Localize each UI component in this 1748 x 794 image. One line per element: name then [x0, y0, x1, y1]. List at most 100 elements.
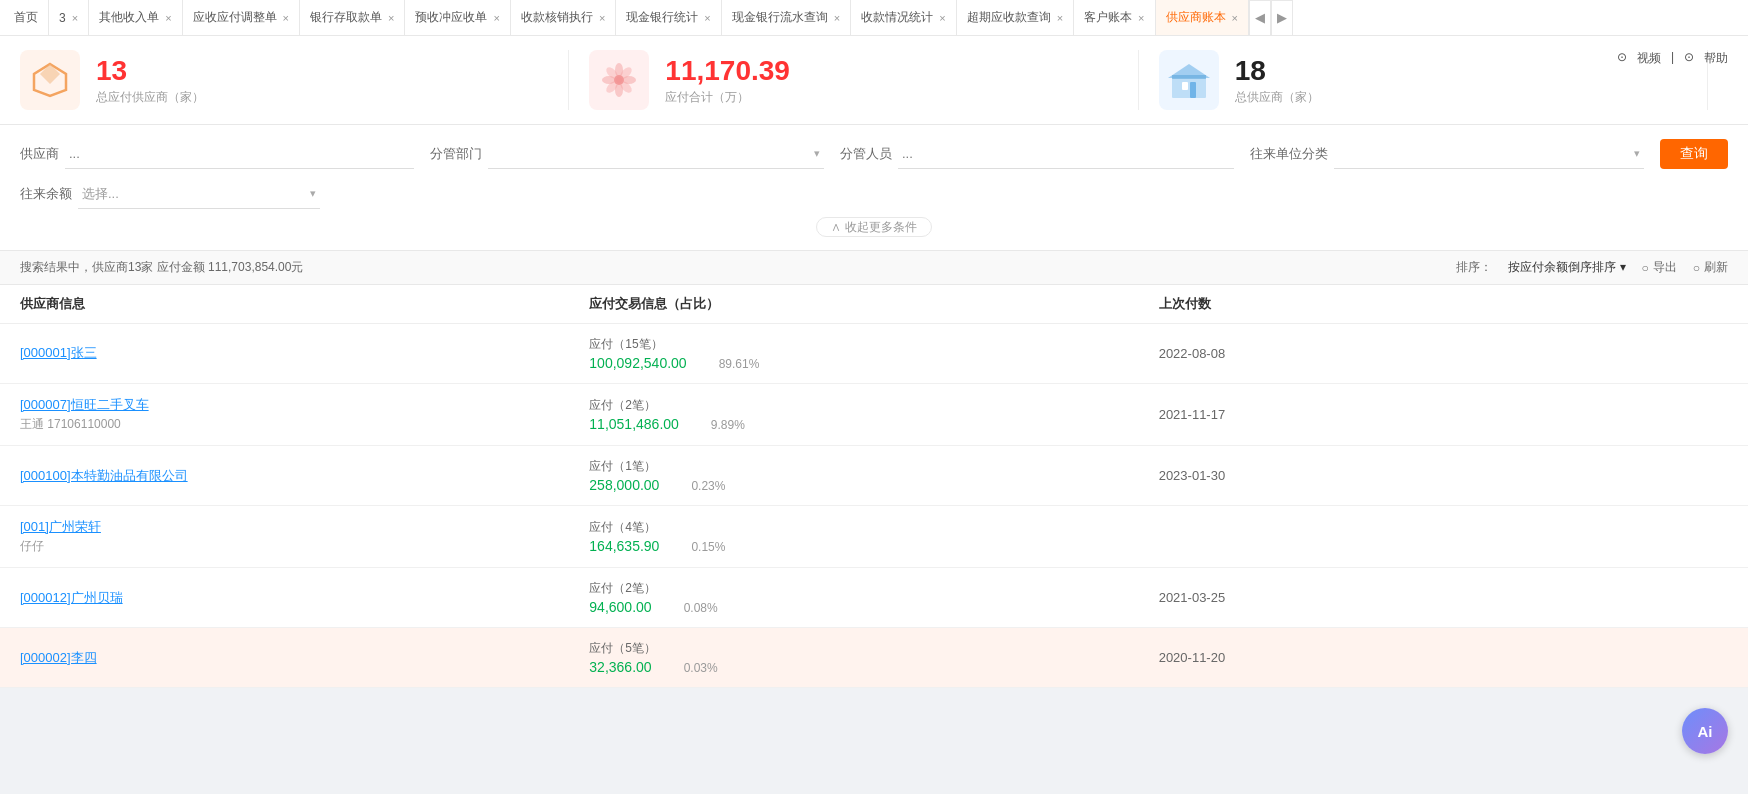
col-header-supplier: 供应商信息: [20, 295, 589, 313]
nav-tab-ar-ap-adjust-label: 应收应付调整单: [193, 9, 277, 26]
nav-tab-cash-bank-stat[interactable]: 现金银行统计 ×: [616, 0, 721, 36]
payable-cell-3: 应付（4笔） 164,635.90 0.15%: [589, 518, 1158, 555]
nav-tab-other-income[interactable]: 其他收入单 ×: [89, 0, 182, 36]
nav-right-arrow[interactable]: ▶: [1271, 0, 1293, 36]
nav-tab-ar-ap-adjust[interactable]: 应收应付调整单 ×: [183, 0, 300, 36]
supplier-cell-3: [001]广州荣轩 仔仔: [20, 518, 589, 555]
nav-tab-overdue-query-label: 超期应收款查询: [967, 9, 1051, 26]
nav-tab-three-label: 3: [59, 11, 66, 25]
last-pay-5: 2020-11-20: [1159, 650, 1728, 665]
results-bar: 搜索结果中，供应商13家 应付金额 111,703,854.00元 排序： 按应…: [0, 251, 1748, 285]
filter-balance: 往来余额 选择... ▾: [20, 179, 320, 209]
close-tab-cash-bank-stat[interactable]: ×: [704, 12, 710, 24]
nav-tab-supplier-ledger[interactable]: 供应商账本 ×: [1156, 0, 1249, 36]
supplier-sub-3: 仔仔: [20, 538, 589, 555]
category-arrow-icon: ▾: [1634, 147, 1640, 160]
close-tab-payment-exec[interactable]: ×: [599, 12, 605, 24]
payable-count-5: 应付（5笔）: [589, 640, 1158, 657]
col-header-payable: 应付交易信息（占比）: [589, 295, 1158, 313]
nav-tab-receipt-stat[interactable]: 收款情况统计 ×: [851, 0, 956, 36]
person-input[interactable]: [898, 139, 1234, 169]
payable-suppliers-label: 总应付供应商（家）: [96, 89, 204, 106]
payable-suppliers-number: 13: [96, 54, 204, 88]
video-link[interactable]: 视频: [1637, 50, 1661, 67]
sort-label: 排序：: [1456, 259, 1492, 276]
balance-placeholder: 选择...: [82, 185, 119, 203]
supplier-cell-5: [000002]李四: [20, 640, 589, 675]
payable-count-4: 应付（2笔）: [589, 580, 1158, 597]
filter-dept: 分管部门 ▾: [430, 139, 824, 169]
supplier-link-4[interactable]: [000012]广州贝瑞: [20, 589, 589, 607]
collapse-button-container: ∧ 收起更多条件: [20, 219, 1728, 236]
close-tab-three[interactable]: ×: [72, 12, 78, 24]
nav-left-arrow[interactable]: ◀: [1249, 0, 1271, 36]
payable-amount-row-1: 11,051,486.00 9.89%: [589, 414, 1158, 432]
close-tab-other-income[interactable]: ×: [165, 12, 171, 24]
stat-icon-diamond: [20, 50, 80, 110]
nav-tab-prepay-ar-label: 预收冲应收单: [415, 9, 487, 26]
close-tab-prepay-ar[interactable]: ×: [493, 12, 499, 24]
svg-rect-14: [1190, 82, 1196, 98]
payable-amount-row-0: 100,092,540.00 89.61%: [589, 353, 1158, 371]
query-button[interactable]: 查询: [1660, 139, 1728, 169]
supplier-label: 供应商: [20, 145, 59, 163]
category-select[interactable]: ▾: [1334, 139, 1644, 169]
payable-percent-0: 89.61%: [719, 357, 760, 371]
close-tab-supplier-ledger[interactable]: ×: [1232, 12, 1238, 24]
payable-percent-2: 0.23%: [691, 479, 725, 493]
stat-icon-store: [1159, 50, 1219, 110]
payable-amount-2: 258,000.00: [589, 477, 659, 493]
nav-tab-home-label: 首页: [14, 9, 38, 26]
collapse-button[interactable]: ∧ 收起更多条件: [816, 217, 931, 237]
payable-percent-5: 0.03%: [684, 661, 718, 675]
filter-supplier: 供应商: [20, 139, 414, 169]
dept-select[interactable]: ▾: [488, 139, 824, 169]
close-tab-ar-ap-adjust[interactable]: ×: [283, 12, 289, 24]
total-suppliers-number: 18: [1235, 54, 1319, 88]
filter-section: 供应商 分管部门 ▾ 分管人员 往来单位分类 ▾ 查询 往来余额 选择: [0, 125, 1748, 251]
payable-cell-5: 应付（5笔） 32,366.00 0.03%: [589, 640, 1158, 675]
payable-count-3: 应付（4笔）: [589, 519, 1158, 536]
payable-amount-0: 100,092,540.00: [589, 355, 686, 371]
close-tab-cash-flow-query[interactable]: ×: [834, 12, 840, 24]
nav-tab-customer-ledger[interactable]: 客户账本 ×: [1074, 0, 1155, 36]
filter-category: 往来单位分类 ▾: [1250, 139, 1644, 169]
nav-tab-home[interactable]: 首页: [4, 0, 49, 36]
export-button[interactable]: ○ 导出: [1642, 259, 1677, 276]
supplier-link-2[interactable]: [000100]本特勤油品有限公司: [20, 467, 589, 485]
table-row: [000012]广州贝瑞 应付（2笔） 94,600.00 0.08% 2021…: [0, 568, 1748, 628]
nav-tab-prepay-ar[interactable]: 预收冲应收单 ×: [405, 0, 510, 36]
payable-count-2: 应付（1笔）: [589, 458, 1158, 475]
last-pay-4: 2021-03-25: [1159, 590, 1728, 605]
balance-select[interactable]: 选择... ▾: [78, 179, 320, 209]
help-link[interactable]: 帮助: [1704, 50, 1728, 67]
supplier-link-5[interactable]: [000002]李四: [20, 649, 589, 667]
nav-tab-cash-flow-query-label: 现金银行流水查询: [732, 9, 828, 26]
nav-tab-three[interactable]: 3 ×: [49, 0, 89, 36]
supplier-input[interactable]: [65, 139, 414, 169]
nav-tab-bank-deposit[interactable]: 银行存取款单 ×: [300, 0, 405, 36]
close-tab-customer-ledger[interactable]: ×: [1138, 12, 1144, 24]
close-tab-overdue-query[interactable]: ×: [1057, 12, 1063, 24]
sort-select[interactable]: 按应付余额倒序排序 ▾: [1508, 259, 1625, 276]
nav-tab-overdue-query[interactable]: 超期应收款查询 ×: [957, 0, 1074, 36]
refresh-button[interactable]: ○ 刷新: [1693, 259, 1728, 276]
last-pay-cell-1: 2021-11-17: [1159, 396, 1728, 433]
nav-tab-cash-flow-query[interactable]: 现金银行流水查询 ×: [722, 0, 851, 36]
export-label: 导出: [1653, 259, 1677, 276]
supplier-link-3[interactable]: [001]广州荣轩: [20, 518, 589, 536]
supplier-link-0[interactable]: [000001]张三: [20, 344, 589, 362]
stat-content-payable-total: 11,170.39 应付合计（万）: [665, 54, 790, 107]
last-pay-cell-5: 2020-11-20: [1159, 640, 1728, 675]
top-navigation: 首页 3 × 其他收入单 × 应收应付调整单 × 银行存取款单 × 预收冲应收单…: [0, 0, 1748, 36]
dept-arrow-icon: ▾: [814, 147, 820, 160]
nav-tab-supplier-ledger-label: 供应商账本: [1166, 9, 1226, 26]
supplier-cell-4: [000012]广州贝瑞: [20, 580, 589, 615]
supplier-link-1[interactable]: [000007]恒旺二手叉车: [20, 396, 589, 414]
close-tab-bank-deposit[interactable]: ×: [388, 12, 394, 24]
close-tab-receipt-stat[interactable]: ×: [939, 12, 945, 24]
nav-tab-payment-exec[interactable]: 收款核销执行 ×: [511, 0, 616, 36]
payable-amount-3: 164,635.90: [589, 538, 659, 554]
payable-amount-row-2: 258,000.00 0.23%: [589, 475, 1158, 493]
payable-amount-row-5: 32,366.00 0.03%: [589, 657, 1158, 675]
